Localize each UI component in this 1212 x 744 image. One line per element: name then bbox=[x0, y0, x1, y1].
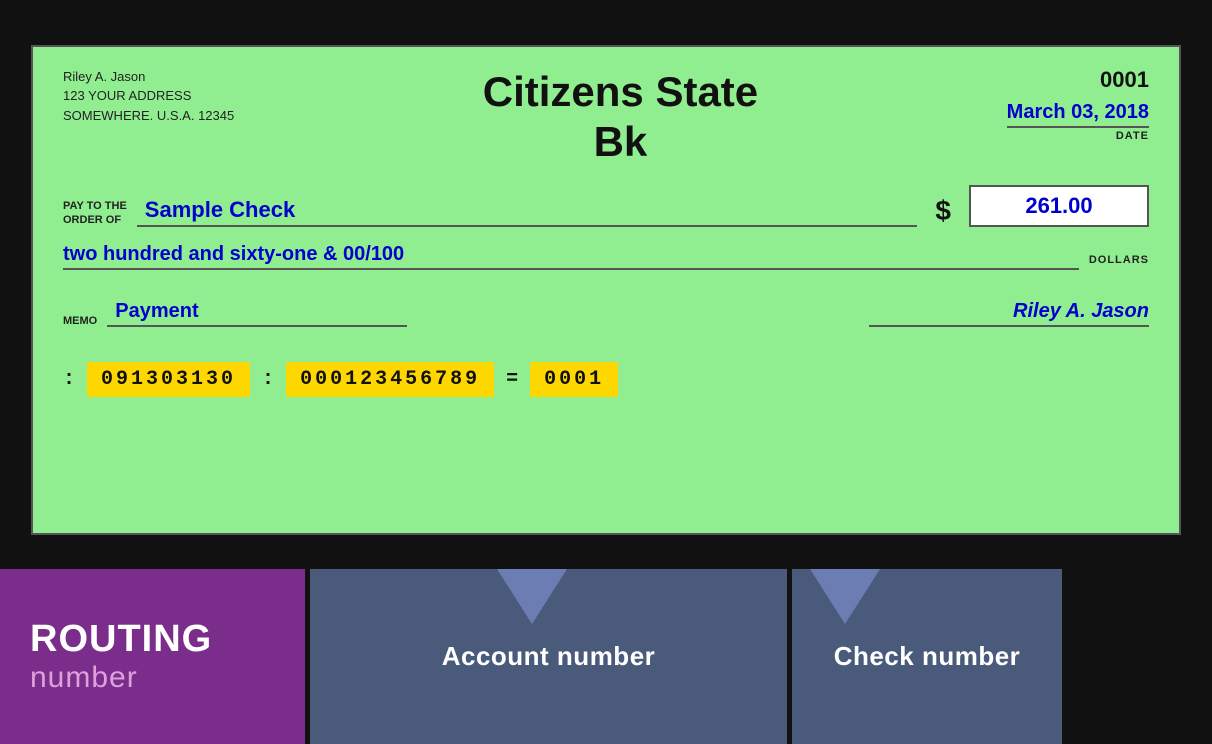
pay-to-label: PAY TO THE ORDER OF bbox=[63, 199, 127, 228]
micr-close1: : bbox=[262, 368, 274, 391]
payee-line: Sample Check bbox=[137, 197, 918, 227]
amount-words-row: two hundred and sixty-one & 00/100 DOLLA… bbox=[63, 243, 1149, 270]
account-label-text: Account number bbox=[442, 641, 656, 672]
signature-line: Riley A. Jason bbox=[869, 300, 1149, 327]
amount-words: two hundred and sixty-one & 00/100 bbox=[63, 243, 404, 265]
routing-number-micr: 091303130 bbox=[87, 362, 250, 397]
memo-line: Payment bbox=[107, 300, 407, 327]
check-area: Riley A. Jason 123 YOUR ADDRESS SOMEWHER… bbox=[0, 0, 1212, 569]
date-section: March 03, 2018 DATE bbox=[1007, 101, 1149, 142]
check-label-text: Check number bbox=[834, 641, 1021, 672]
check-number-micr: 0001 bbox=[530, 362, 618, 397]
memo-label: MEMO bbox=[63, 315, 97, 327]
check: Riley A. Jason 123 YOUR ADDRESS SOMEWHER… bbox=[31, 45, 1181, 535]
memo-value: Payment bbox=[115, 300, 198, 322]
routing-label-top: ROUTING bbox=[30, 618, 212, 661]
date-value: March 03, 2018 bbox=[1007, 101, 1149, 128]
amount-box: 261.00 bbox=[969, 185, 1149, 227]
bottom-bar: ROUTING number Account number Check numb… bbox=[0, 569, 1212, 744]
micr-row: : 091303130 : 000123456789 = 0001 bbox=[63, 362, 1149, 397]
date-label: DATE bbox=[1116, 130, 1149, 142]
check-arrow bbox=[810, 569, 880, 624]
routing-label-bottom: number bbox=[30, 661, 138, 695]
dollars-label: DOLLARS bbox=[1089, 254, 1149, 270]
owner-name: Riley A. Jason bbox=[63, 67, 234, 87]
top-right-block: 0001 March 03, 2018 DATE bbox=[1007, 67, 1149, 142]
address-line1: 123 YOUR ADDRESS bbox=[63, 86, 234, 106]
account-number-micr: 000123456789 bbox=[286, 362, 494, 397]
micr-open1: : bbox=[63, 368, 75, 391]
payee-name: Sample Check bbox=[145, 197, 295, 222]
signature-value: Riley A. Jason bbox=[1013, 300, 1149, 322]
dollar-sign: $ bbox=[927, 195, 959, 227]
address-line2: SOMEWHERE. U.S.A. 12345 bbox=[63, 106, 234, 126]
check-name-address: Riley A. Jason 123 YOUR ADDRESS SOMEWHER… bbox=[63, 67, 234, 126]
right-black bbox=[1062, 569, 1212, 744]
bank-name: Citizens State Bk bbox=[254, 67, 986, 168]
micr-equals: = bbox=[506, 368, 518, 391]
routing-arrow bbox=[153, 569, 223, 624]
account-arrow bbox=[497, 569, 567, 624]
pay-to-row: PAY TO THE ORDER OF Sample Check $ 261.0… bbox=[63, 185, 1149, 227]
check-top-row: Riley A. Jason 123 YOUR ADDRESS SOMEWHER… bbox=[63, 67, 1149, 168]
amount-words-line: two hundred and sixty-one & 00/100 bbox=[63, 243, 1079, 270]
check-number-display: 0001 bbox=[1069, 67, 1149, 93]
memo-signature-row: MEMO Payment Riley A. Jason bbox=[63, 300, 1149, 327]
